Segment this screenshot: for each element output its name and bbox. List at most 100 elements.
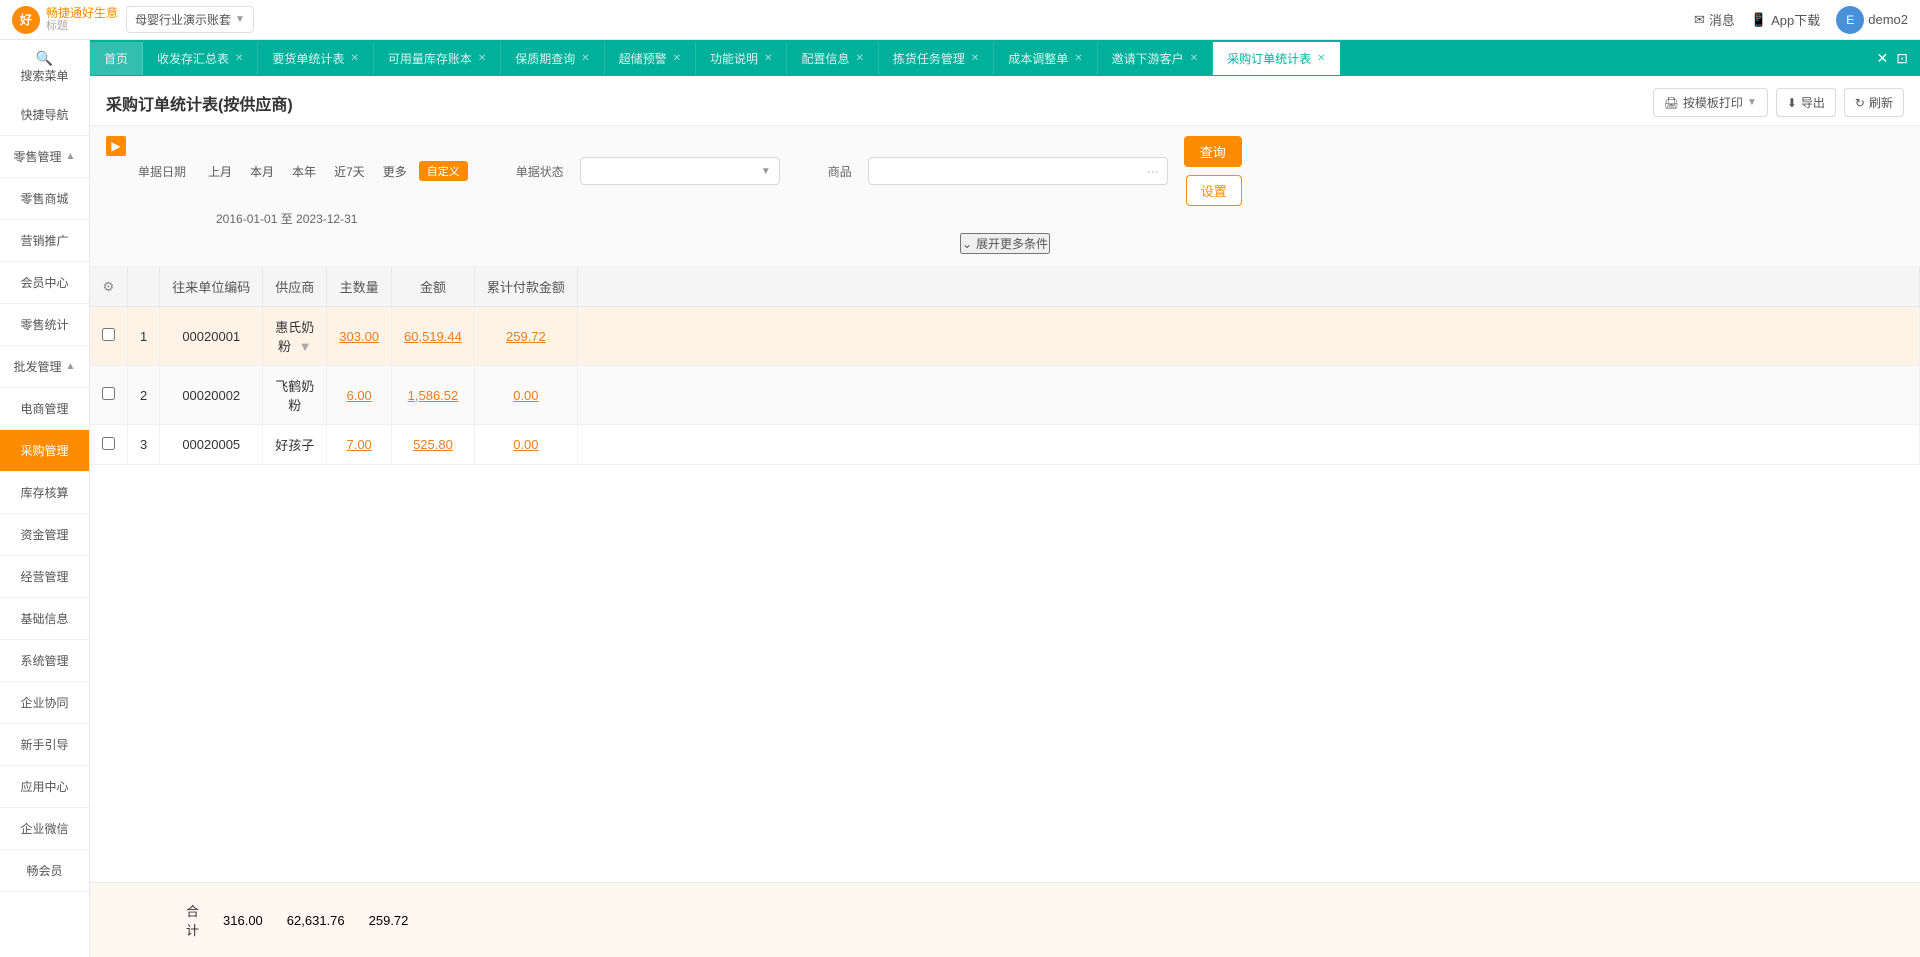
messages-button[interactable]: ✉ 消息 [1694,10,1735,29]
date-btn-more[interactable]: 更多 [377,161,413,182]
tab-function-desc[interactable]: 功能说明 ✕ [696,42,787,75]
footer-extra [420,893,1908,947]
sidebar-item-finance-management[interactable]: 资金管理 [0,514,89,556]
logo-text: 畅捷通好生意 标题 [46,6,118,34]
date-range-row: 2016-01-01 至 2023-12-31 [138,210,1904,227]
row-amount[interactable]: 525.80 [392,425,475,465]
workspace-selector[interactable]: 母婴行业演示账套 ▼ [126,6,254,33]
date-btn-last-month[interactable]: 上月 [202,161,238,182]
sidebar-item-enterprise-collab[interactable]: 企业协同 [0,682,89,724]
date-btn-this-year[interactable]: 本年 [286,161,322,182]
sidebar-item-retail-management[interactable]: 零售管理 ▲ [0,136,89,178]
date-btn-this-month[interactable]: 本月 [244,161,280,182]
sidebar-item-app-center[interactable]: 应用中心 [0,766,89,808]
tab-close-icon[interactable]: ✕ [764,53,772,64]
expand-more-button[interactable]: ⌄ 展开更多条件 [960,233,1050,254]
app-download-button[interactable]: 📱 App下载 [1751,10,1820,29]
page-content: 采购订单统计表(按供应商) 🖨 按模板打印 ▼ ⬇ 导出 ↻ 刷新 [90,76,1920,957]
tab-purchase-order-summary[interactable]: 采购订单统计表 ✕ [1213,42,1340,75]
tab-invite-downstream[interactable]: 邀请下游客户 ✕ [1098,42,1213,75]
sidebar-item-member-center[interactable]: 会员中心 [0,262,89,304]
tab-overstock-alert[interactable]: 超储预警 ✕ [605,42,696,75]
date-btn-7days[interactable]: 近7天 [328,161,371,182]
sidebar-item-new-guide[interactable]: 新手引导 [0,724,89,766]
tab-pick-task[interactable]: 拣货任务管理 ✕ [879,42,994,75]
tab-close-icon[interactable]: ✕ [971,53,979,64]
row-extra [577,366,1919,425]
message-icon: ✉ [1694,12,1705,28]
row-main-qty[interactable]: 7.00 [327,425,392,465]
row-cumulative-payment[interactable]: 0.00 [474,366,577,425]
row-cumulative-payment[interactable]: 0.00 [474,425,577,465]
sidebar-item-marketing[interactable]: 营销推广 [0,220,89,262]
sidebar-item-wholesale-management[interactable]: 批发管理 ▲ [0,346,89,388]
export-button[interactable]: ⬇ 导出 [1776,88,1836,117]
row-main-qty[interactable]: 6.00 [327,366,392,425]
expand-icon[interactable]: ▼ [299,339,312,354]
row-cumulative-payment[interactable]: 259.72 [474,307,577,366]
status-select[interactable]: ▼ [580,157,780,185]
print-icon: 🖨 [1664,96,1679,110]
sidebar-item-inventory-check[interactable]: 库存核算 [0,472,89,514]
tab-close-icon[interactable]: ✕ [235,53,243,64]
query-button[interactable]: 查询 [1184,136,1242,167]
sidebar-item-purchase-management[interactable]: 采购管理 [0,430,89,472]
sidebar-item-enterprise-wechat[interactable]: 企业微信 [0,808,89,850]
col-settings[interactable]: ⚙ [90,267,128,307]
date-range-text: 2016-01-01 至 2023-12-31 [216,210,357,227]
goods-input[interactable]: ··· [868,157,1168,185]
tab-close-icon[interactable]: ✕ [350,53,358,64]
user-menu[interactable]: E demo2 [1836,6,1908,34]
row-amount[interactable]: 60,519.44 [392,307,475,366]
tab-shelf-life-query[interactable]: 保质期查询 ✕ [501,42,604,75]
sidebar-item-retail-shop[interactable]: 零售商城 [0,178,89,220]
table-body: 1 00020001 惠氏奶粉 ▼ 303.00 60,519.44 259.7… [90,307,1920,465]
tab-close-all-icon[interactable]: ✕ [1877,50,1889,67]
tab-available-inventory[interactable]: 可用量库存账本 ✕ [374,42,501,75]
tab-home[interactable]: 首页 [90,42,143,75]
filter-toggle-arrow[interactable]: ▶ [106,136,126,156]
row-checkbox[interactable] [90,307,128,366]
settings-button[interactable]: 设置 [1186,175,1242,206]
row-supplier-code: 00020002 [160,366,263,425]
tab-close-icon[interactable]: ✕ [478,53,486,64]
row-main-qty[interactable]: 303.00 [327,307,392,366]
tab-close-icon[interactable]: ✕ [1190,53,1198,64]
col-supplier-name: 供应商 [263,267,327,307]
sidebar-item-basic-info[interactable]: 基础信息 [0,598,89,640]
tab-config-info[interactable]: 配置信息 ✕ [787,42,878,75]
sidebar-item-quick-nav[interactable]: 快捷导航 [0,94,89,136]
tab-close-icon[interactable]: ✕ [1074,53,1082,64]
col-cumulative-payment: 累计付款金额 [474,267,577,307]
chevron-icon: ▲ [66,361,76,372]
table-header: ⚙ 往来单位编码 供应商 主数量 金额 累计付款金额 [90,267,1920,307]
row-checkbox[interactable] [90,366,128,425]
sidebar-item-ecommerce[interactable]: 电商管理 [0,388,89,430]
tab-purchase-goods-summary[interactable]: 要货单统计表 ✕ [258,42,373,75]
gear-icon[interactable]: ⚙ [103,279,115,294]
goods-label: 商品 [828,163,852,180]
tab-close-icon[interactable]: ✕ [673,53,681,64]
tab-cost-adjustment[interactable]: 成本调整单 ✕ [994,42,1097,75]
tab-close-icon[interactable]: ✕ [581,53,589,64]
logo-area: 好 畅捷通好生意 标题 [12,6,118,34]
tab-bar-end: ✕ ⊡ [1877,50,1920,67]
sidebar-item-retail-stats[interactable]: 零售统计 [0,304,89,346]
row-supplier-name: 惠氏奶粉 ▼ [263,307,327,366]
row-amount[interactable]: 1,586.52 [392,366,475,425]
sidebar-item-operations-management[interactable]: 经营管理 [0,556,89,598]
tab-close-icon[interactable]: ✕ [1317,53,1325,64]
tab-maximize-icon[interactable]: ⊡ [1896,50,1908,67]
date-label: 单据日期 [138,163,186,180]
tab-receive-send-summary[interactable]: 收发存汇总表 ✕ [143,42,258,75]
refresh-button[interactable]: ↻ 刷新 [1844,88,1904,117]
tab-close-icon[interactable]: ✕ [855,53,863,64]
template-print-button[interactable]: 🖨 按模板打印 ▼ [1653,88,1768,117]
row-supplier-code: 00020005 [160,425,263,465]
row-supplier-name: 好孩子 [263,425,327,465]
sidebar-item-vip[interactable]: 畅会员 [0,850,89,892]
sidebar-item-search[interactable]: 🔍 搜索菜单 [0,40,89,94]
row-checkbox[interactable] [90,425,128,465]
date-custom-badge[interactable]: 自定义 [419,161,468,181]
sidebar-item-system-management[interactable]: 系统管理 [0,640,89,682]
